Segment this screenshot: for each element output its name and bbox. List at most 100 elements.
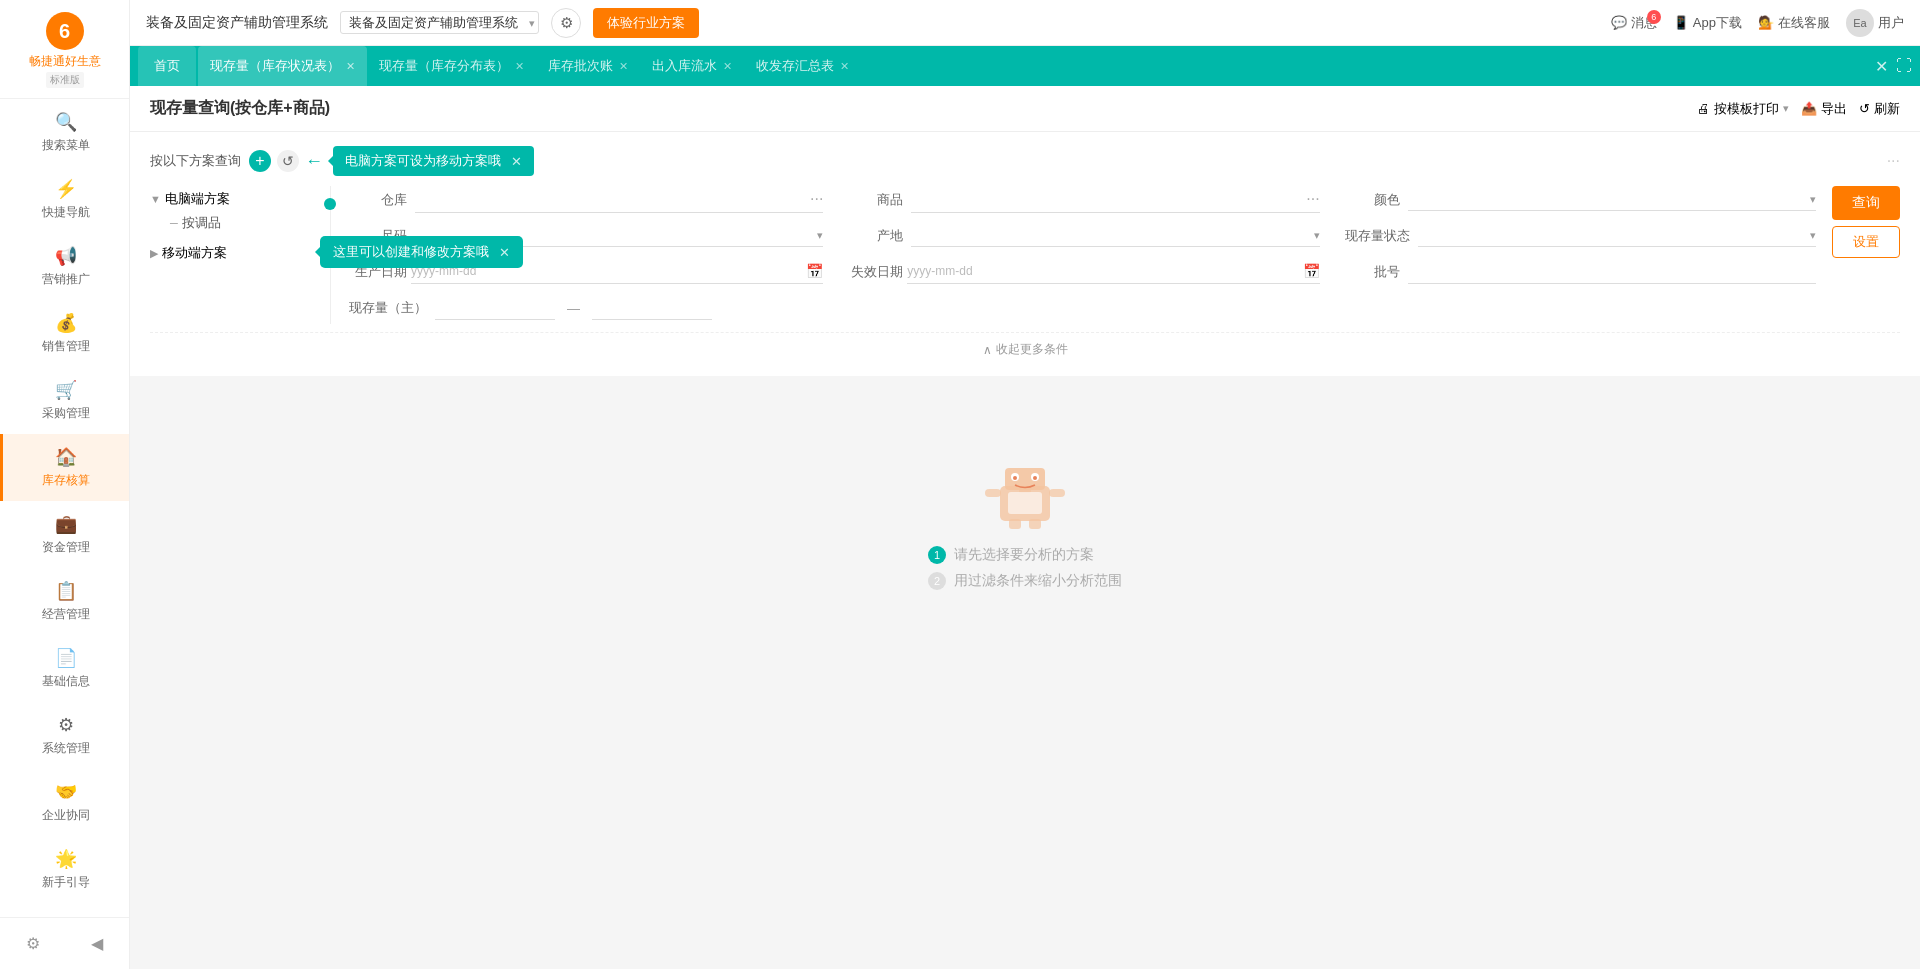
stock-status-select[interactable]: ▾ — [1418, 225, 1816, 247]
query-btn[interactable]: 查询 — [1832, 186, 1900, 220]
header-settings-btn[interactable]: ⚙ — [551, 8, 581, 38]
brand-badge: 标准版 — [46, 72, 84, 88]
scheme-mobile-chevron-icon: ▶ — [150, 247, 158, 260]
step2-text: 用过滤条件来缩小分析范围 — [954, 572, 1122, 590]
filter-add-icon: + — [255, 152, 264, 170]
filter-field-origin: 产地 ▾ — [843, 225, 1319, 247]
svg-rect-11 — [1029, 519, 1041, 529]
filter-refresh-btn[interactable]: ↺ — [277, 150, 299, 172]
goods-input[interactable]: ··· — [911, 186, 1319, 213]
filter-field-warehouse: 仓库 ··· — [347, 186, 823, 213]
scheme-desktop-child[interactable]: ─ 按调品 — [150, 212, 330, 234]
sidebar-item-search[interactable]: 🔍 搜索菜单 — [0, 99, 129, 166]
filter-more-icon[interactable]: ··· — [1887, 152, 1900, 170]
print-btn[interactable]: 🖨 按模板打印 ▾ — [1697, 100, 1789, 118]
tooltip1-arrow — [323, 156, 333, 166]
tab-batch-account-close[interactable]: ✕ — [619, 60, 628, 73]
tab-receive-send-close[interactable]: ✕ — [840, 60, 849, 73]
avatar: Ea — [1846, 9, 1874, 37]
filter-add-btn[interactable]: + — [249, 150, 271, 172]
sidebar-item-marketing[interactable]: 📢 营销推广 — [0, 233, 129, 300]
tab-batch-account[interactable]: 库存批次账 ✕ — [536, 46, 640, 86]
collapse-label: 收起更多条件 — [996, 341, 1068, 358]
tab-in-out-flow[interactable]: 出入库流水 ✕ — [640, 46, 744, 86]
header-right: 💬 消息 6 📱 App下载 💁 在线客服 Ea 用户 — [1611, 9, 1904, 37]
tab-close-all-icon[interactable]: ✕ — [1875, 57, 1888, 76]
stock-qty-label: 现存量（主） — [347, 299, 427, 317]
tab-home[interactable]: 首页 — [138, 46, 196, 86]
scheme-mobile-row[interactable]: ▶ 移动端方案 — [150, 240, 330, 266]
sidebar-item-basic[interactable]: 📄 基础信息 — [0, 635, 129, 702]
sidebar-item-inventory-label: 库存核算 — [42, 472, 90, 489]
step1-text: 请先选择要分析的方案 — [954, 546, 1094, 564]
expire-date-from-cal-icon[interactable]: 📅 — [1303, 263, 1320, 279]
sidebar-item-purchase-label: 采购管理 — [42, 405, 90, 422]
tab-inventory-status-close[interactable]: ✕ — [346, 60, 355, 73]
sidebar-item-guide-label: 新手引导 — [42, 874, 90, 891]
stock-qty-from-input[interactable] — [435, 296, 555, 320]
scheme-panel: ▼ 电脑端方案 ─ 按调品 这里可以创建和修改方案哦 ✕ — [150, 186, 330, 324]
filter-back-icon: ← — [305, 151, 323, 171]
stock-qty-to-input[interactable] — [592, 296, 712, 320]
origin-select[interactable]: ▾ — [911, 225, 1319, 247]
app-download-btn[interactable]: 📱 App下载 — [1673, 14, 1742, 32]
finance-icon: 💼 — [55, 513, 77, 535]
batch-input[interactable] — [1408, 260, 1816, 284]
tab-in-out-flow-close[interactable]: ✕ — [723, 60, 732, 73]
brand-name: 畅捷通好生意 — [29, 54, 101, 70]
scheme-desktop-row[interactable]: ▼ 电脑端方案 — [150, 186, 330, 212]
color-select[interactable]: ▾ — [1408, 189, 1816, 211]
sidebar: 6 畅捷通好生意 标准版 🔍 搜索菜单 ⚡ 快捷导航 📢 营销推广 💰 销售管理… — [0, 0, 130, 969]
expire-date-from[interactable]: yyyy-mm-dd 📅 — [907, 259, 1319, 284]
warehouse-input[interactable]: ··· — [415, 186, 823, 213]
tab-receive-send[interactable]: 收发存汇总表 ✕ — [744, 46, 861, 86]
filter-back-btn[interactable]: ← — [305, 151, 323, 172]
svg-rect-9 — [1008, 492, 1042, 514]
warehouse-more-icon[interactable]: ··· — [810, 190, 823, 208]
notification-btn[interactable]: 💬 消息 6 — [1611, 14, 1657, 32]
sidebar-item-basic-label: 基础信息 — [42, 673, 90, 690]
trial-btn[interactable]: 体验行业方案 — [593, 8, 699, 38]
tab-expand-icon[interactable]: ⛶ — [1896, 57, 1912, 75]
tab-bar: 首页 现存量（库存状况表） ✕ 现存量（库存分布表） ✕ 库存批次账 ✕ 出入库… — [130, 46, 1920, 86]
sidebar-item-sales[interactable]: 💰 销售管理 — [0, 300, 129, 367]
filter-field-expire-date: 失效日期 yyyy-mm-dd 📅 — [843, 259, 1319, 284]
logo-area: 6 畅捷通好生意 标准版 — [0, 0, 129, 99]
refresh-btn[interactable]: ↺ 刷新 — [1859, 100, 1900, 118]
tooltip2-close-btn[interactable]: ✕ — [499, 245, 510, 260]
tab-inventory-status[interactable]: 现存量（库存状况表） ✕ — [198, 46, 367, 86]
online-service-btn[interactable]: 💁 在线客服 — [1758, 14, 1830, 32]
sidebar-collapse-btn[interactable]: ◀ — [87, 930, 107, 957]
collapse-btn[interactable]: ∧ 收起更多条件 — [983, 341, 1068, 358]
sidebar-item-purchase[interactable]: 🛒 采购管理 — [0, 367, 129, 434]
stock-status-label: 现存量状态 — [1340, 227, 1410, 245]
sidebar-item-enterprise[interactable]: 🤝 企业协同 — [0, 769, 129, 836]
sidebar-item-quick-nav[interactable]: ⚡ 快捷导航 — [0, 166, 129, 233]
filter-row-3: 生产日期 yyyy-mm-dd 📅 失效日期 yyyy-mm-dd 📅 — [347, 259, 1816, 284]
system-name: 装备及固定资产辅助管理系统 — [146, 14, 328, 32]
stock-status-chevron-icon: ▾ — [1810, 229, 1816, 242]
sales-icon: 💰 — [55, 312, 77, 334]
sidebar-settings-btn[interactable]: ⚙ — [22, 930, 44, 957]
warehouse-label: 仓库 — [347, 191, 407, 209]
page-title: 现存量查询(按仓库+商品) — [150, 98, 330, 119]
tab-inventory-dist-close[interactable]: ✕ — [515, 60, 524, 73]
marketing-icon: 📢 — [55, 245, 77, 267]
sidebar-item-operation[interactable]: 📋 经营管理 — [0, 568, 129, 635]
tooltip1-close-btn[interactable]: ✕ — [511, 154, 522, 169]
prod-date-from-cal-icon[interactable]: 📅 — [806, 263, 823, 279]
system-select[interactable]: 装备及固定资产辅助管理系统 — [340, 11, 539, 34]
export-btn[interactable]: 📤 导出 — [1801, 100, 1847, 118]
sidebar-item-system[interactable]: ⚙ 系统管理 — [0, 702, 129, 769]
sidebar-item-inventory[interactable]: 🏠 库存核算 — [0, 434, 129, 501]
sidebar-item-guide[interactable]: 🌟 新手引导 — [0, 836, 129, 903]
user-area[interactable]: Ea 用户 — [1846, 9, 1904, 37]
settings-config-btn[interactable]: 设置 — [1832, 226, 1900, 258]
filter-actions: + ↺ ← — [249, 150, 323, 172]
svg-point-4 — [1013, 476, 1017, 480]
sidebar-item-finance[interactable]: 💼 资金管理 — [0, 501, 129, 568]
batch-label: 批号 — [1340, 263, 1400, 281]
tab-inventory-dist[interactable]: 现存量（库存分布表） ✕ — [367, 46, 536, 86]
goods-more-icon[interactable]: ··· — [1306, 190, 1319, 208]
filter-fields-panel: 仓库 ··· 商品 ··· — [330, 186, 1816, 324]
